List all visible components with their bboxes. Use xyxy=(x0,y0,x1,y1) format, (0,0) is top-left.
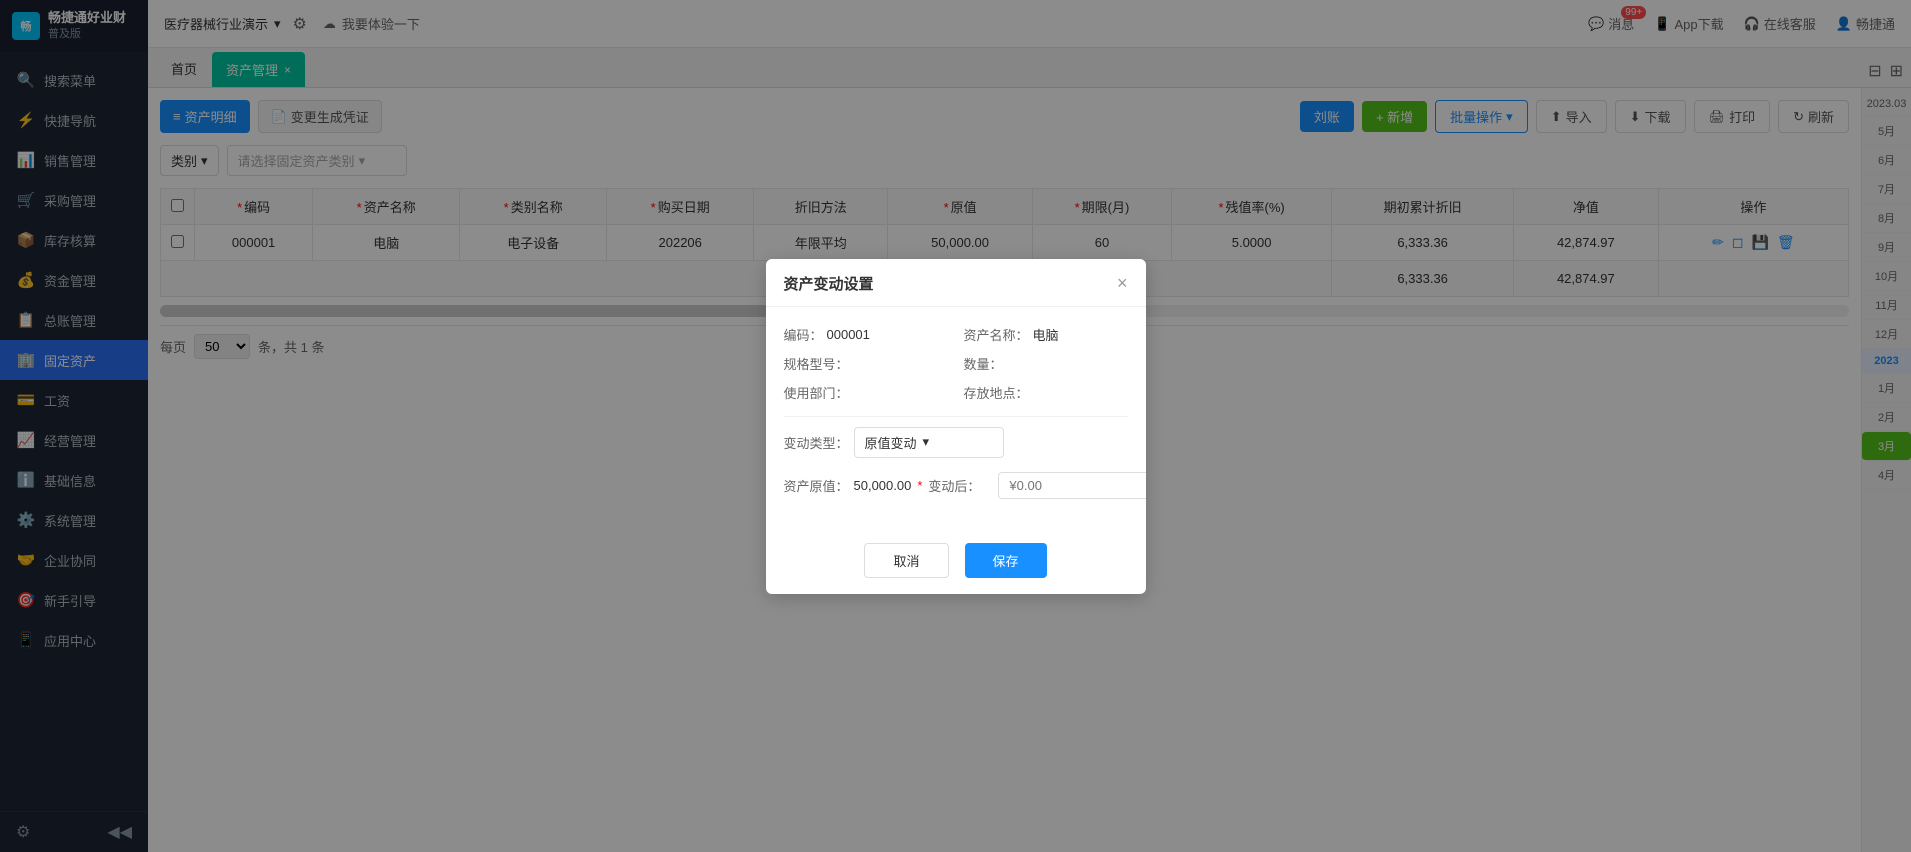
save-button[interactable]: 保存 xyxy=(965,543,1047,578)
asset-name-value: 电脑 xyxy=(1033,325,1059,344)
cancel-button[interactable]: 取消 xyxy=(864,543,948,578)
modal-divider xyxy=(784,416,1128,417)
modal-body: 编码： 000001 资产名称： 电脑 规格型号： 数量： 使用部门： xyxy=(766,307,1146,531)
location-label: 存放地点： xyxy=(964,383,1029,402)
change-type-label: 变动类型： xyxy=(784,433,854,452)
code-value: 000001 xyxy=(827,327,870,342)
asset-value-row: 资产原值： 50,000.00 * 变动后： xyxy=(784,472,1128,499)
asset-name-label: 资产名称： xyxy=(964,325,1029,344)
code-label: 编码： xyxy=(784,325,823,344)
change-type-value: 原值变动 xyxy=(865,433,917,452)
chevron-down-icon: ▾ xyxy=(923,434,930,450)
required-mark: * xyxy=(917,478,922,493)
asset-change-modal: 资产变动设置 × 编码： 000001 资产名称： 电脑 规格型号： 数量： xyxy=(766,259,1146,594)
modal-code-field: 编码： 000001 xyxy=(784,325,948,344)
modal-overlay: 资产变动设置 × 编码： 000001 资产名称： 电脑 规格型号： 数量： xyxy=(0,0,1911,852)
modal-spec-field: 规格型号： xyxy=(784,354,948,373)
modal-dept-field: 使用部门： xyxy=(784,383,948,402)
modal-footer: 取消 保存 xyxy=(766,531,1146,594)
dept-label: 使用部门： xyxy=(784,383,849,402)
qty-label: 数量： xyxy=(964,354,1003,373)
modal-asset-name-field: 资产名称： 电脑 xyxy=(964,325,1128,344)
modal-close-button[interactable]: × xyxy=(1117,273,1128,294)
modal-title: 资产变动设置 xyxy=(784,273,874,294)
modal-location-field: 存放地点： xyxy=(964,383,1128,402)
change-type-row: 变动类型： 原值变动 ▾ xyxy=(784,427,1128,458)
asset-original-value: 50,000.00 xyxy=(854,478,912,493)
after-label: 变动后： xyxy=(928,476,998,495)
asset-original-label: 资产原值： xyxy=(784,476,854,495)
after-value-input[interactable] xyxy=(998,472,1145,499)
spec-label: 规格型号： xyxy=(784,354,849,373)
modal-qty-field: 数量： xyxy=(964,354,1128,373)
modal-info-grid: 编码： 000001 资产名称： 电脑 规格型号： 数量： 使用部门： xyxy=(784,325,1128,402)
modal-header: 资产变动设置 × xyxy=(766,259,1146,307)
change-type-select[interactable]: 原值变动 ▾ xyxy=(854,427,1004,458)
